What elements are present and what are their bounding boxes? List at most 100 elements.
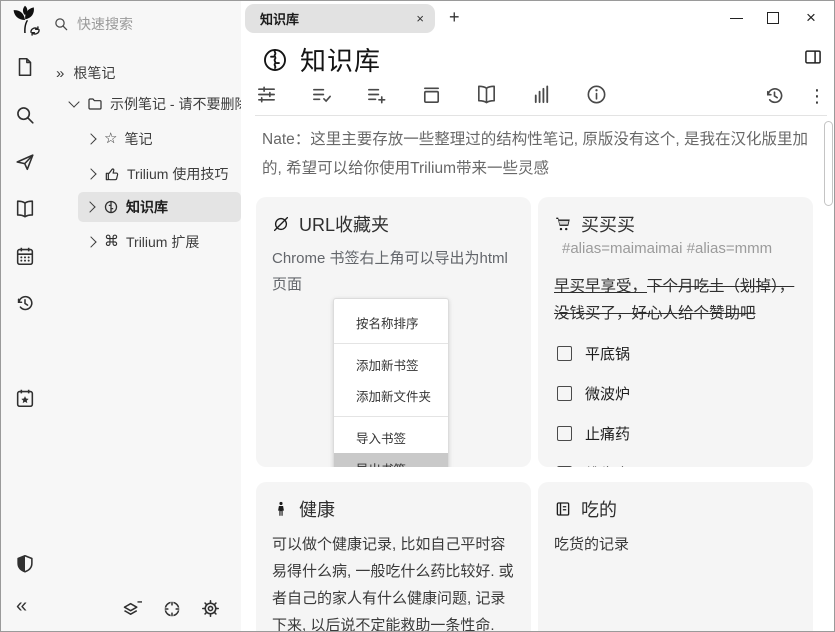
collapse-tree-icon[interactable]: « bbox=[16, 595, 27, 617]
tab-knowledge-base[interactable]: 知识库 × bbox=[245, 4, 435, 33]
window-minimize-button[interactable] bbox=[730, 1, 746, 35]
checklist-item[interactable]: 止痛药 bbox=[557, 423, 797, 444]
new-note-icon[interactable] bbox=[14, 56, 36, 78]
menu-item: 按名称排序 bbox=[334, 307, 448, 338]
underlined-text: 早买早享受， bbox=[554, 278, 647, 295]
calendar-icon[interactable] bbox=[14, 245, 36, 267]
card-shopping[interactable]: 买买买 #alias=maimaimai #alias=mmm 早买早享受，下个… bbox=[538, 197, 813, 467]
window-maximize-button[interactable] bbox=[767, 1, 783, 35]
shopping-cart-icon bbox=[554, 215, 572, 233]
checklist-label: 止痛药 bbox=[585, 423, 630, 444]
menu-item: 导入书签 bbox=[334, 422, 448, 453]
main-panel: 知识库 × + × 知识库 bbox=[241, 1, 835, 631]
card-title-text: URL收藏夹 bbox=[299, 211, 389, 237]
inherited-attributes-list-plus-icon[interactable] bbox=[365, 83, 388, 106]
thumbs-up-icon bbox=[104, 166, 120, 182]
note-callout-text: Nate：这里主要存放一些整理过的结构性笔记, 原版没有这个, 是我在汉化版里加… bbox=[262, 125, 824, 183]
basic-properties-sliders-icon[interactable] bbox=[255, 83, 278, 106]
brain-icon bbox=[261, 46, 289, 74]
card-title-text: 健康 bbox=[299, 496, 335, 522]
tree-item-notes[interactable]: ☆ 笔记 bbox=[49, 124, 241, 154]
chevron-down-icon[interactable] bbox=[68, 96, 79, 107]
card-body-text: Chrome 书签右上角可以导出为html页面 bbox=[272, 246, 515, 298]
settings-gear-icon[interactable] bbox=[200, 598, 221, 619]
menu-item-highlighted: 导出书签 bbox=[334, 453, 448, 467]
ribbon-tabs bbox=[255, 83, 608, 111]
note-revisions-history-icon[interactable] bbox=[763, 84, 786, 107]
checklist-label: 平底锅 bbox=[585, 343, 630, 364]
checklist-label: 微波炉 bbox=[585, 383, 630, 404]
tree-item-label: Trilium 使用技巧 bbox=[127, 164, 228, 184]
tree-item-label: Trilium 扩展 bbox=[126, 232, 199, 252]
create-split-icon[interactable] bbox=[803, 47, 823, 67]
checklist-item[interactable]: 平底锅 bbox=[557, 343, 797, 364]
menu-divider bbox=[334, 343, 448, 344]
jump-to-note-icon[interactable] bbox=[14, 151, 36, 173]
card-url-favorites[interactable]: URL收藏夹 Chrome 书签右上角可以导出为html页面 按名称排序 添加新… bbox=[256, 197, 531, 467]
command-icon: ⌘ bbox=[104, 234, 119, 250]
tree-item-label: 根笔记 bbox=[73, 63, 115, 83]
tab-label: 知识库 bbox=[260, 9, 299, 28]
chevron-right-icon[interactable] bbox=[85, 133, 96, 144]
tab-close-icon[interactable]: × bbox=[416, 11, 424, 26]
bookmarks-menu-image: 按名称排序 添加新书签 添加新文件夹 导入书签 导出书签 bbox=[333, 298, 449, 467]
note-info-barchart-icon[interactable] bbox=[530, 83, 553, 106]
recent-changes-icon[interactable] bbox=[14, 292, 36, 314]
search-icon[interactable] bbox=[14, 104, 36, 126]
open-book-icon[interactable] bbox=[14, 198, 36, 220]
window-close-button[interactable]: × bbox=[802, 1, 820, 35]
card-health[interactable]: 健康 可以做个健康记录, 比如自己平时容易得什么病, 一般吃什么药比较好. 或者… bbox=[256, 482, 531, 632]
unhoist-layers-icon[interactable] bbox=[121, 598, 142, 619]
chevron-right-icon[interactable] bbox=[85, 236, 96, 247]
brain-icon bbox=[103, 199, 119, 215]
tree-item-examples[interactable]: 示例笔记 - 请不要删除 bbox=[49, 89, 241, 119]
tree-item-label: 知识库 bbox=[126, 197, 168, 217]
card-food[interactable]: 吃的 吃货的记录 bbox=[538, 482, 813, 632]
menu-item: 添加新书签 bbox=[334, 349, 448, 380]
app-window: « » 根笔记 示例笔记 - 请不要删除 ☆ 笔记 bbox=[0, 0, 835, 632]
star-icon: ☆ bbox=[104, 131, 117, 147]
search-input[interactable] bbox=[77, 16, 217, 32]
card-body-text: 可以做个健康记录, 比如自己平时容易得什么病, 一般吃什么药比较好. 或者自己的… bbox=[272, 531, 515, 632]
checkbox-unchecked[interactable] bbox=[557, 386, 572, 401]
sync-status-icon[interactable] bbox=[28, 24, 42, 38]
note-attributes: #alias=maimaimai #alias=mmm bbox=[562, 237, 772, 261]
book-properties-icon[interactable] bbox=[475, 83, 498, 106]
folder-icon bbox=[87, 96, 103, 112]
expand-all-icon[interactable]: » bbox=[56, 65, 64, 82]
checkbox-unchecked[interactable] bbox=[557, 426, 572, 441]
owned-attributes-list-check-icon[interactable] bbox=[310, 83, 333, 106]
male-person-icon bbox=[272, 500, 290, 518]
checkbox-unchecked[interactable] bbox=[557, 466, 572, 467]
shopping-checklist: 平底锅 微波炉 止痛药 维生素 bbox=[554, 343, 797, 467]
protected-session-icon[interactable] bbox=[14, 553, 36, 575]
tree-item-trilium-extensions[interactable]: ⌘ Trilium 扩展 bbox=[49, 227, 241, 257]
tree-item-label: 笔记 bbox=[124, 129, 152, 149]
new-tab-button[interactable]: + bbox=[443, 5, 466, 30]
checkbox-unchecked[interactable] bbox=[557, 346, 572, 361]
chevron-right-icon[interactable] bbox=[85, 168, 96, 179]
ribbon-divider bbox=[255, 115, 827, 116]
more-options-kebab-icon[interactable]: ⋮ bbox=[808, 86, 826, 106]
quick-search[interactable] bbox=[53, 11, 235, 37]
scroll-to-active-note-icon[interactable] bbox=[162, 599, 182, 619]
checklist-label: 维生素 bbox=[585, 463, 630, 467]
tab-bar: 知识库 × + × bbox=[241, 1, 835, 35]
checklist-item[interactable]: 维生素 bbox=[557, 463, 797, 467]
chevron-right-icon[interactable] bbox=[84, 201, 95, 212]
scrollbar-thumb[interactable] bbox=[824, 121, 833, 206]
bookmark-calendar-icon[interactable] bbox=[14, 387, 36, 409]
menu-divider bbox=[334, 416, 448, 417]
tree-item-knowledge-base[interactable]: 知识库 bbox=[78, 192, 241, 222]
tree-item-trilium-tips[interactable]: Trilium 使用技巧 bbox=[49, 159, 241, 189]
card-body-text: 吃货的记录 bbox=[554, 531, 797, 558]
note-title[interactable]: 知识库 bbox=[300, 41, 381, 78]
tree-item-root[interactable]: » 根笔记 bbox=[49, 58, 241, 88]
checklist-item[interactable]: 微波炉 bbox=[557, 383, 797, 404]
note-paths-archive-icon[interactable] bbox=[420, 83, 443, 106]
info-circle-icon[interactable] bbox=[585, 83, 608, 106]
card-title-text: 吃的 bbox=[581, 496, 617, 522]
planet-icon bbox=[272, 215, 290, 233]
notepad-icon bbox=[554, 500, 572, 518]
search-icon bbox=[53, 16, 69, 32]
